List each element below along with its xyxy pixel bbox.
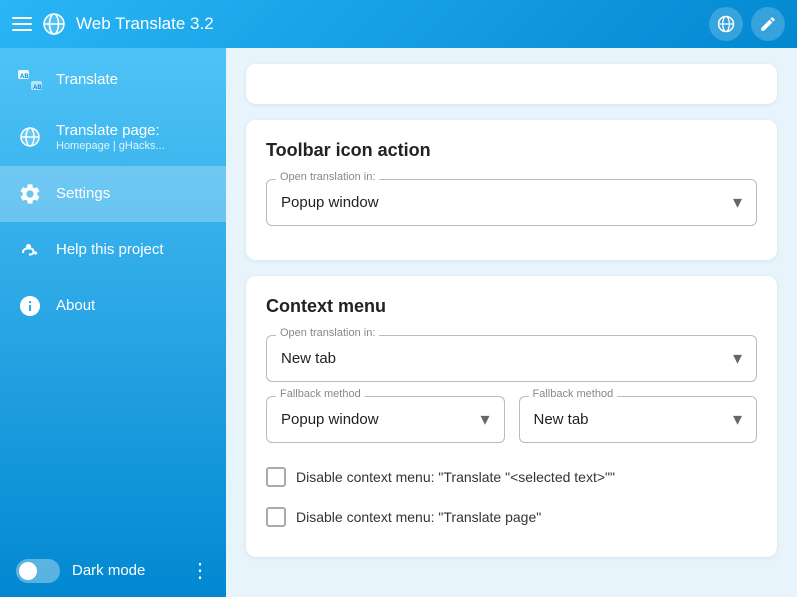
fallback-left-group: Fallback method Popup window ▾ <box>266 396 505 443</box>
context-open-translation-field: Open translation in: New tab ▾ <box>266 335 757 382</box>
fallback-right-value: New tab <box>534 411 589 428</box>
toggle-thumb <box>19 562 37 580</box>
header-left: Web Translate 3.2 <box>12 12 214 36</box>
context-chevron-down-icon: ▾ <box>733 348 742 369</box>
translate-icon: AB AB <box>16 66 44 94</box>
sidebar-translate-label: Translate <box>56 71 118 89</box>
fallback-right-chevron-icon: ▾ <box>733 409 742 430</box>
fallback-right-label: Fallback method <box>529 388 618 400</box>
dark-mode-toggle[interactable] <box>16 559 60 583</box>
svg-text:AB: AB <box>33 85 42 91</box>
sidebar-item-about[interactable]: About <box>0 278 226 334</box>
about-label: About <box>56 297 95 315</box>
context-open-translation-label: Open translation in: <box>276 327 379 339</box>
sidebar-item-settings[interactable]: Settings <box>0 166 226 222</box>
more-options-button[interactable]: ⋮ <box>190 558 210 583</box>
toolbar-section-card: Toolbar icon action Open translation in:… <box>246 120 777 260</box>
settings-icon <box>16 180 44 208</box>
sidebar-item-translate[interactable]: AB AB Translate <box>0 52 226 108</box>
translate-page-icon <box>16 123 44 151</box>
checkbox-1[interactable] <box>266 467 286 487</box>
sidebar: AB AB Translate Translate page: Homepage… <box>0 48 226 597</box>
dark-mode-row: Dark mode ⋮ <box>0 544 226 597</box>
context-menu-section-title: Context menu <box>266 296 757 317</box>
dark-mode-label: Dark mode <box>72 562 178 579</box>
translate-page-label: Translate page: <box>56 122 165 140</box>
main-layout: AB AB Translate Translate page: Homepage… <box>0 48 797 597</box>
sidebar-item-translate-page[interactable]: Translate page: Homepage | gHacks... <box>0 108 226 166</box>
edit-button[interactable] <box>751 7 785 41</box>
checkbox-1-label: Disable context menu: "Translate "<selec… <box>296 469 615 485</box>
toolbar-chevron-down-icon: ▾ <box>733 192 742 213</box>
help-icon <box>16 236 44 264</box>
checkbox-row-1: Disable context menu: "Translate "<selec… <box>266 457 757 497</box>
toolbar-section-title: Toolbar icon action <box>266 140 757 161</box>
pencil-icon <box>759 15 777 33</box>
checkbox-2-label: Disable context menu: "Translate page" <box>296 509 541 525</box>
translate-page-sublabel: Homepage | gHacks... <box>56 140 165 152</box>
globe-button[interactable] <box>709 7 743 41</box>
header-actions <box>709 7 785 41</box>
toolbar-open-translation-field: Open translation in: Popup window ▾ <box>266 179 757 226</box>
help-label: Help this project <box>56 241 164 259</box>
fallback-row: Fallback method Popup window ▾ Fallback … <box>266 396 757 457</box>
sidebar-item-help[interactable]: Help this project <box>0 222 226 278</box>
svg-text:AB: AB <box>20 74 29 80</box>
globe-icon <box>716 14 736 34</box>
toolbar-open-translation-label: Open translation in: <box>276 171 379 183</box>
about-icon <box>16 292 44 320</box>
hamburger-menu-icon[interactable] <box>12 17 32 31</box>
fallback-right-field: Fallback method New tab ▾ <box>519 396 758 457</box>
fallback-left-select[interactable]: Popup window ▾ <box>266 396 505 443</box>
app-logo-icon <box>42 12 66 36</box>
fallback-left-value: Popup window <box>281 411 379 428</box>
translate-page-text: Translate page: Homepage | gHacks... <box>56 122 165 152</box>
fallback-left-chevron-icon: ▾ <box>480 409 489 430</box>
context-menu-section-card: Context menu Open translation in: New ta… <box>246 276 777 557</box>
toolbar-open-translation-select[interactable]: Popup window ▾ <box>266 179 757 226</box>
context-open-translation-select[interactable]: New tab ▾ <box>266 335 757 382</box>
checkbox-row-2: Disable context menu: "Translate page" <box>266 497 757 537</box>
checkbox-2[interactable] <box>266 507 286 527</box>
app-title: Web Translate 3.2 <box>76 14 214 34</box>
content-area: Toolbar icon action Open translation in:… <box>226 48 797 597</box>
fallback-right-group: Fallback method New tab ▾ <box>519 396 758 443</box>
settings-label: Settings <box>56 185 110 203</box>
more-icon: ⋮ <box>190 558 210 583</box>
top-partial-card <box>246 64 777 104</box>
fallback-left-field: Fallback method Popup window ▾ <box>266 396 505 457</box>
context-open-translation-value: New tab <box>281 350 336 367</box>
fallback-left-label: Fallback method <box>276 388 365 400</box>
toolbar-open-translation-value: Popup window <box>281 194 379 211</box>
fallback-right-select[interactable]: New tab ▾ <box>519 396 758 443</box>
header: Web Translate 3.2 <box>0 0 797 48</box>
